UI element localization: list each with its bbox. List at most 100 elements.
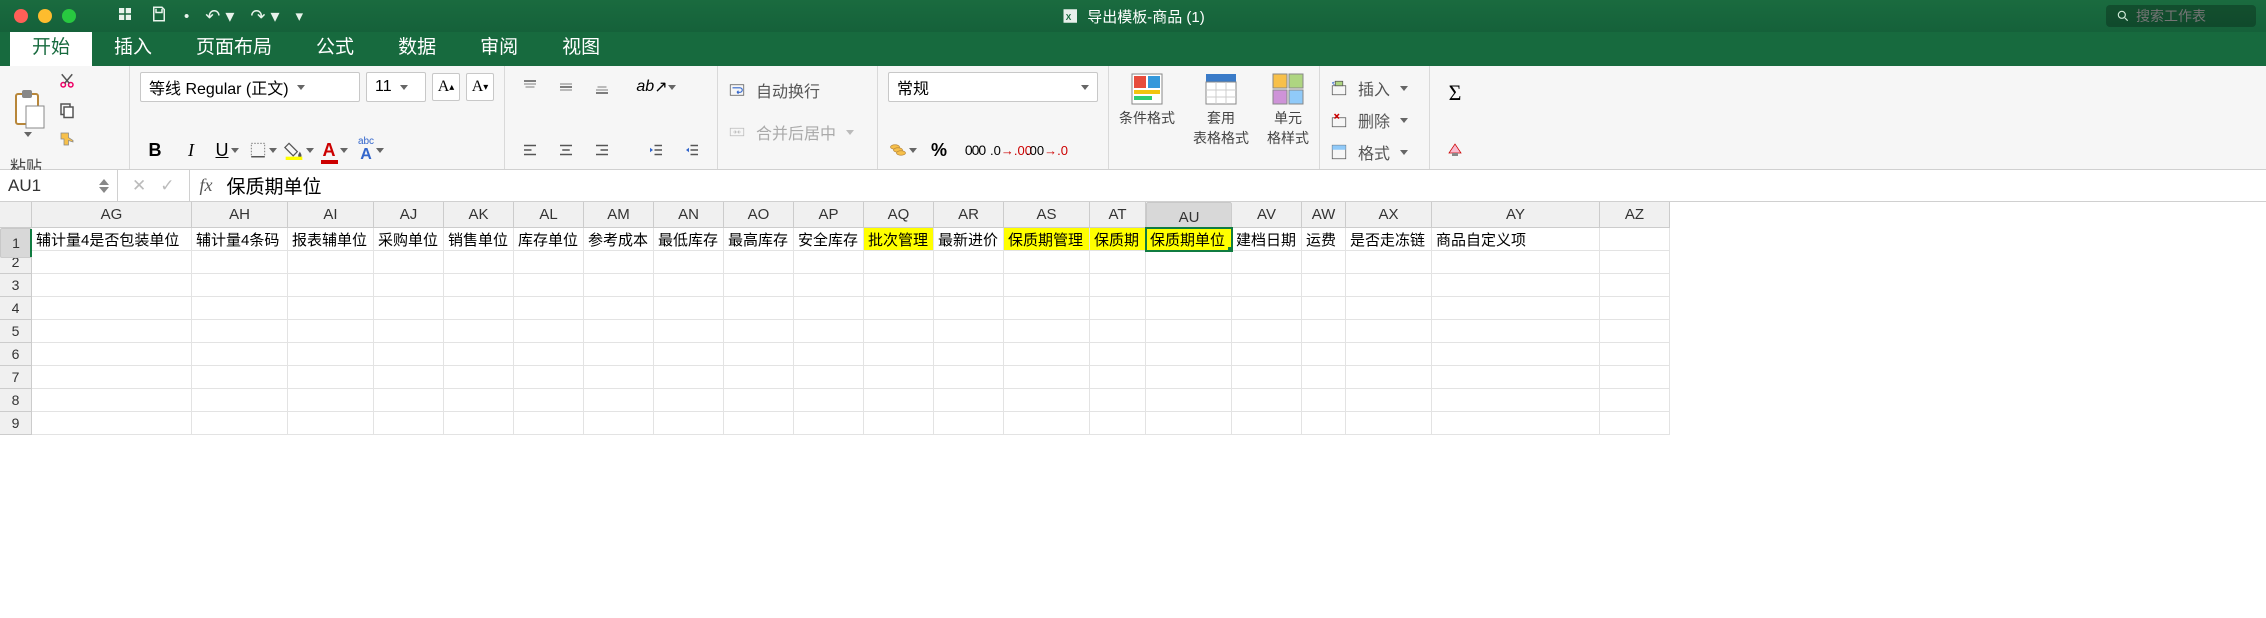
cell-AY1[interactable]: 商品自定义项 — [1432, 228, 1600, 251]
cell-AW5[interactable] — [1302, 320, 1346, 343]
qat-customize-icon[interactable]: ▾ — [296, 7, 304, 25]
cell-AS5[interactable] — [1004, 320, 1090, 343]
cell-AO4[interactable] — [724, 297, 794, 320]
cell-AY4[interactable] — [1432, 297, 1600, 320]
cell-AJ3[interactable] — [374, 274, 444, 297]
cell-AQ2[interactable] — [864, 251, 934, 274]
cell-AO9[interactable] — [724, 412, 794, 435]
cell-AJ4[interactable] — [374, 297, 444, 320]
cell-AK8[interactable] — [444, 389, 514, 412]
cell-AM8[interactable] — [584, 389, 654, 412]
redo-icon[interactable]: ↷ ▾ — [250, 6, 279, 27]
cell-AO7[interactable] — [724, 366, 794, 389]
decrease-font-button[interactable]: A▾ — [466, 73, 494, 101]
cell-AU2[interactable] — [1146, 251, 1232, 274]
home-icon[interactable] — [116, 5, 134, 27]
bold-button[interactable]: B — [140, 135, 170, 165]
fill-color-button[interactable] — [284, 135, 314, 165]
cell-AI1[interactable]: 报表辅单位 — [288, 228, 374, 251]
format-painter-icon[interactable] — [58, 130, 76, 153]
cell-AZ7[interactable] — [1600, 366, 1670, 389]
format-table-button[interactable]: 套用 表格格式 — [1193, 72, 1249, 148]
cell-AR9[interactable] — [934, 412, 1004, 435]
cell-AU9[interactable] — [1146, 412, 1232, 435]
cell-AJ9[interactable] — [374, 412, 444, 435]
cell-AH2[interactable] — [192, 251, 288, 274]
cell-AM3[interactable] — [584, 274, 654, 297]
cell-AS1[interactable]: 保质期管理 — [1004, 228, 1090, 251]
cell-AO8[interactable] — [724, 389, 794, 412]
cell-AZ3[interactable] — [1600, 274, 1670, 297]
cell-AZ8[interactable] — [1600, 389, 1670, 412]
cell-AX6[interactable] — [1346, 343, 1432, 366]
align-center-button[interactable] — [551, 135, 581, 165]
cell-AK6[interactable] — [444, 343, 514, 366]
cell-AX9[interactable] — [1346, 412, 1432, 435]
cell-AU6[interactable] — [1146, 343, 1232, 366]
wrap-text-button[interactable]: 自动换行 — [728, 78, 867, 102]
cell-AT2[interactable] — [1090, 251, 1146, 274]
name-box[interactable]: AU1 — [0, 170, 118, 201]
cell-AQ4[interactable] — [864, 297, 934, 320]
increase-font-button[interactable]: A▴ — [432, 73, 460, 101]
cell-AY6[interactable] — [1432, 343, 1600, 366]
cell-AO5[interactable] — [724, 320, 794, 343]
cell-AM4[interactable] — [584, 297, 654, 320]
italic-button[interactable]: I — [176, 135, 206, 165]
cell-AN9[interactable] — [654, 412, 724, 435]
cell-AH4[interactable] — [192, 297, 288, 320]
cell-AY5[interactable] — [1432, 320, 1600, 343]
row-header-7[interactable]: 7 — [0, 366, 32, 389]
row-header-9[interactable]: 9 — [0, 412, 32, 435]
cell-styles-button[interactable]: 单元 格样式 — [1267, 72, 1309, 148]
cell-AM6[interactable] — [584, 343, 654, 366]
cell-AT3[interactable] — [1090, 274, 1146, 297]
cell-AQ1[interactable]: 批次管理 — [864, 228, 934, 251]
cell-AV6[interactable] — [1232, 343, 1302, 366]
col-header-AM[interactable]: AM — [584, 202, 654, 228]
cell-AO1[interactable]: 最高库存 — [724, 228, 794, 251]
col-header-AY[interactable]: AY — [1432, 202, 1600, 228]
increase-decimal-button[interactable]: .0→.00 — [996, 135, 1026, 165]
cell-AR5[interactable] — [934, 320, 1004, 343]
cell-AL3[interactable] — [514, 274, 584, 297]
cell-AI4[interactable] — [288, 297, 374, 320]
insert-cells-button[interactable]: 插入 — [1330, 76, 1419, 100]
cell-AK1[interactable]: 销售单位 — [444, 228, 514, 251]
col-header-AR[interactable]: AR — [934, 202, 1004, 228]
cancel-formula-button[interactable]: ✕ — [132, 176, 146, 196]
cell-AV8[interactable] — [1232, 389, 1302, 412]
row-header-8[interactable]: 8 — [0, 389, 32, 412]
cell-AM9[interactable] — [584, 412, 654, 435]
cell-AQ5[interactable] — [864, 320, 934, 343]
cell-AP5[interactable] — [794, 320, 864, 343]
cell-AI6[interactable] — [288, 343, 374, 366]
col-header-AH[interactable]: AH — [192, 202, 288, 228]
clear-button[interactable] — [1440, 135, 1470, 165]
cell-AW3[interactable] — [1302, 274, 1346, 297]
increase-indent-button[interactable] — [677, 135, 707, 165]
cell-AL4[interactable] — [514, 297, 584, 320]
cell-AK2[interactable] — [444, 251, 514, 274]
cell-AW7[interactable] — [1302, 366, 1346, 389]
col-header-AO[interactable]: AO — [724, 202, 794, 228]
cell-AG7[interactable] — [32, 366, 192, 389]
tab-数据[interactable]: 数据 — [376, 26, 458, 66]
cell-AR4[interactable] — [934, 297, 1004, 320]
col-header-AP[interactable]: AP — [794, 202, 864, 228]
search-box[interactable] — [2106, 5, 2256, 27]
cell-AY7[interactable] — [1432, 366, 1600, 389]
select-all-corner[interactable] — [0, 202, 32, 228]
cell-AT4[interactable] — [1090, 297, 1146, 320]
cell-AV9[interactable] — [1232, 412, 1302, 435]
cell-AG3[interactable] — [32, 274, 192, 297]
row-header-1[interactable]: 1 — [0, 228, 32, 258]
cell-AS9[interactable] — [1004, 412, 1090, 435]
cell-AP4[interactable] — [794, 297, 864, 320]
cell-AN8[interactable] — [654, 389, 724, 412]
tab-页面布局[interactable]: 页面布局 — [174, 26, 294, 66]
cell-AH1[interactable]: 辅计量4条码 — [192, 228, 288, 251]
format-cells-button[interactable]: 格式 — [1330, 140, 1419, 164]
tab-审阅[interactable]: 审阅 — [458, 26, 540, 66]
save-icon[interactable] — [150, 5, 168, 27]
